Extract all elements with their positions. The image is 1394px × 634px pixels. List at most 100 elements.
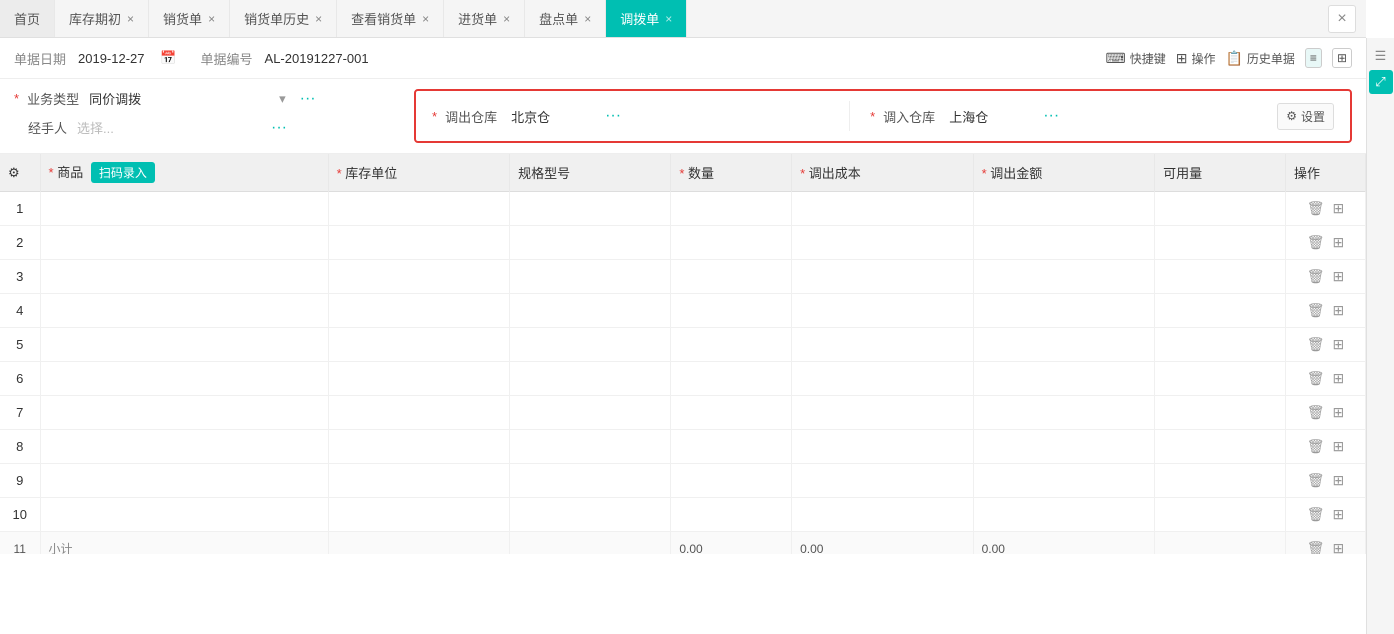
cell-qty[interactable] [671, 396, 792, 430]
cell-unit[interactable] [328, 430, 510, 464]
delete-row-icon[interactable]: 🗑 [1307, 540, 1325, 554]
cell-available[interactable] [1155, 192, 1286, 226]
handler-more[interactable]: ··· [271, 119, 287, 137]
cell-spec[interactable] [510, 328, 671, 362]
cell-unit[interactable] [328, 396, 510, 430]
cell-product[interactable] [40, 226, 328, 260]
cell-cost[interactable] [792, 294, 974, 328]
cell-amount[interactable] [973, 498, 1155, 532]
cell-available[interactable] [1155, 362, 1286, 396]
cell-available[interactable] [1155, 464, 1286, 498]
delete-row-icon[interactable]: 🗑 [1307, 438, 1325, 455]
cell-available[interactable] [1155, 260, 1286, 294]
tab-close-sales-order[interactable]: × [208, 12, 215, 26]
business-type-dropdown[interactable]: ▾ [279, 91, 286, 107]
copy-row-icon[interactable]: ⊞ [1333, 506, 1345, 523]
tab-sales-order[interactable]: 销货单 × [149, 0, 230, 37]
cell-product[interactable] [40, 192, 328, 226]
tab-close-inventory-init[interactable]: × [127, 12, 134, 26]
tab-close-transfer[interactable]: × [665, 12, 672, 26]
cell-spec[interactable] [510, 430, 671, 464]
cell-cost[interactable] [792, 226, 974, 260]
col-gear[interactable]: ⚙ [0, 154, 40, 192]
quick-keys-button[interactable]: ⌨ 快捷键 [1105, 50, 1165, 67]
cell-spec[interactable] [510, 226, 671, 260]
cell-available[interactable] [1155, 226, 1286, 260]
tab-close-sales-history[interactable]: × [315, 12, 322, 26]
cell-qty[interactable] [671, 226, 792, 260]
layout-btn-1[interactable]: ≡ [1305, 48, 1322, 68]
cell-amount[interactable] [973, 396, 1155, 430]
cell-spec[interactable] [510, 396, 671, 430]
tab-sales-history[interactable]: 销货单历史 × [230, 0, 337, 37]
scan-barcode-button[interactable]: 扫码录入 [91, 162, 155, 183]
copy-row-icon[interactable]: ⊞ [1333, 336, 1345, 353]
tab-close-purchase-order[interactable]: × [503, 12, 510, 26]
cell-cost[interactable] [792, 362, 974, 396]
cell-unit[interactable] [328, 362, 510, 396]
tab-close-stocktake[interactable]: × [584, 12, 591, 26]
cell-product[interactable] [40, 464, 328, 498]
layout-btn-2[interactable]: ⊞ [1332, 48, 1352, 68]
cell-unit[interactable] [328, 260, 510, 294]
cell-spec[interactable] [510, 498, 671, 532]
cell-qty[interactable] [671, 464, 792, 498]
delete-row-icon[interactable]: 🗑 [1307, 404, 1325, 421]
cell-unit[interactable] [328, 328, 510, 362]
calendar-icon[interactable]: 📅 [161, 50, 177, 66]
cell-qty[interactable] [671, 328, 792, 362]
copy-row-icon[interactable]: ⊞ [1333, 200, 1345, 217]
cell-amount[interactable] [973, 294, 1155, 328]
copy-row-icon[interactable]: ⊞ [1333, 302, 1345, 319]
copy-row-icon[interactable]: ⊞ [1333, 438, 1345, 455]
cell-product[interactable] [40, 396, 328, 430]
history-docs-button[interactable]: 📋 历史单据 [1225, 50, 1294, 67]
copy-row-icon[interactable]: ⊞ [1333, 370, 1345, 387]
cell-cost[interactable] [792, 430, 974, 464]
cell-qty[interactable] [671, 260, 792, 294]
cell-cost[interactable] [792, 396, 974, 430]
delete-row-icon[interactable]: 🗑 [1307, 234, 1325, 251]
cell-qty[interactable] [671, 430, 792, 464]
cell-spec[interactable] [510, 260, 671, 294]
cell-cost[interactable] [792, 464, 974, 498]
settings-button[interactable]: ⚙ 设置 [1277, 103, 1334, 130]
cell-amount[interactable] [973, 192, 1155, 226]
cell-qty[interactable] [671, 498, 792, 532]
delete-row-icon[interactable]: 🗑 [1307, 200, 1325, 217]
cell-amount[interactable] [973, 430, 1155, 464]
cell-product[interactable] [40, 294, 328, 328]
delete-row-icon[interactable]: 🗑 [1307, 506, 1325, 523]
sidebar-list-icon[interactable]: ☰ [1369, 44, 1393, 68]
handler-placeholder[interactable]: 选择... [77, 118, 257, 137]
cell-amount[interactable] [973, 328, 1155, 362]
business-type-more[interactable]: ··· [300, 90, 316, 108]
cell-unit[interactable] [328, 498, 510, 532]
cell-product[interactable] [40, 498, 328, 532]
delete-row-icon[interactable]: 🗑 [1307, 370, 1325, 387]
copy-row-icon[interactable]: ⊞ [1333, 234, 1345, 251]
cell-product[interactable] [40, 328, 328, 362]
in-warehouse-more[interactable]: ··· [1043, 107, 1059, 125]
delete-row-icon[interactable]: 🗑 [1307, 302, 1325, 319]
cell-cost[interactable] [792, 192, 974, 226]
copy-row-icon[interactable]: ⊞ [1333, 268, 1345, 285]
cell-qty[interactable] [671, 362, 792, 396]
cell-product[interactable] [40, 260, 328, 294]
tab-home[interactable]: 首页 [0, 0, 55, 37]
delete-row-icon[interactable]: 🗑 [1307, 336, 1325, 353]
cell-cost[interactable] [792, 498, 974, 532]
delete-row-icon[interactable]: 🗑 [1307, 472, 1325, 489]
delete-row-icon[interactable]: 🗑 [1307, 268, 1325, 285]
cell-unit[interactable] [328, 464, 510, 498]
tab-stocktake[interactable]: 盘点单 × [525, 0, 606, 37]
cell-spec[interactable] [510, 294, 671, 328]
tab-close-view-sales[interactable]: × [422, 12, 429, 26]
cell-available[interactable] [1155, 328, 1286, 362]
out-warehouse-more[interactable]: ··· [605, 107, 621, 125]
tab-view-sales[interactable]: 查看销货单 × [337, 0, 444, 37]
cell-product[interactable] [40, 430, 328, 464]
tab-inventory-init[interactable]: 库存期初 × [55, 0, 149, 37]
cell-product[interactable] [40, 362, 328, 396]
tab-purchase-order[interactable]: 进货单 × [444, 0, 525, 37]
